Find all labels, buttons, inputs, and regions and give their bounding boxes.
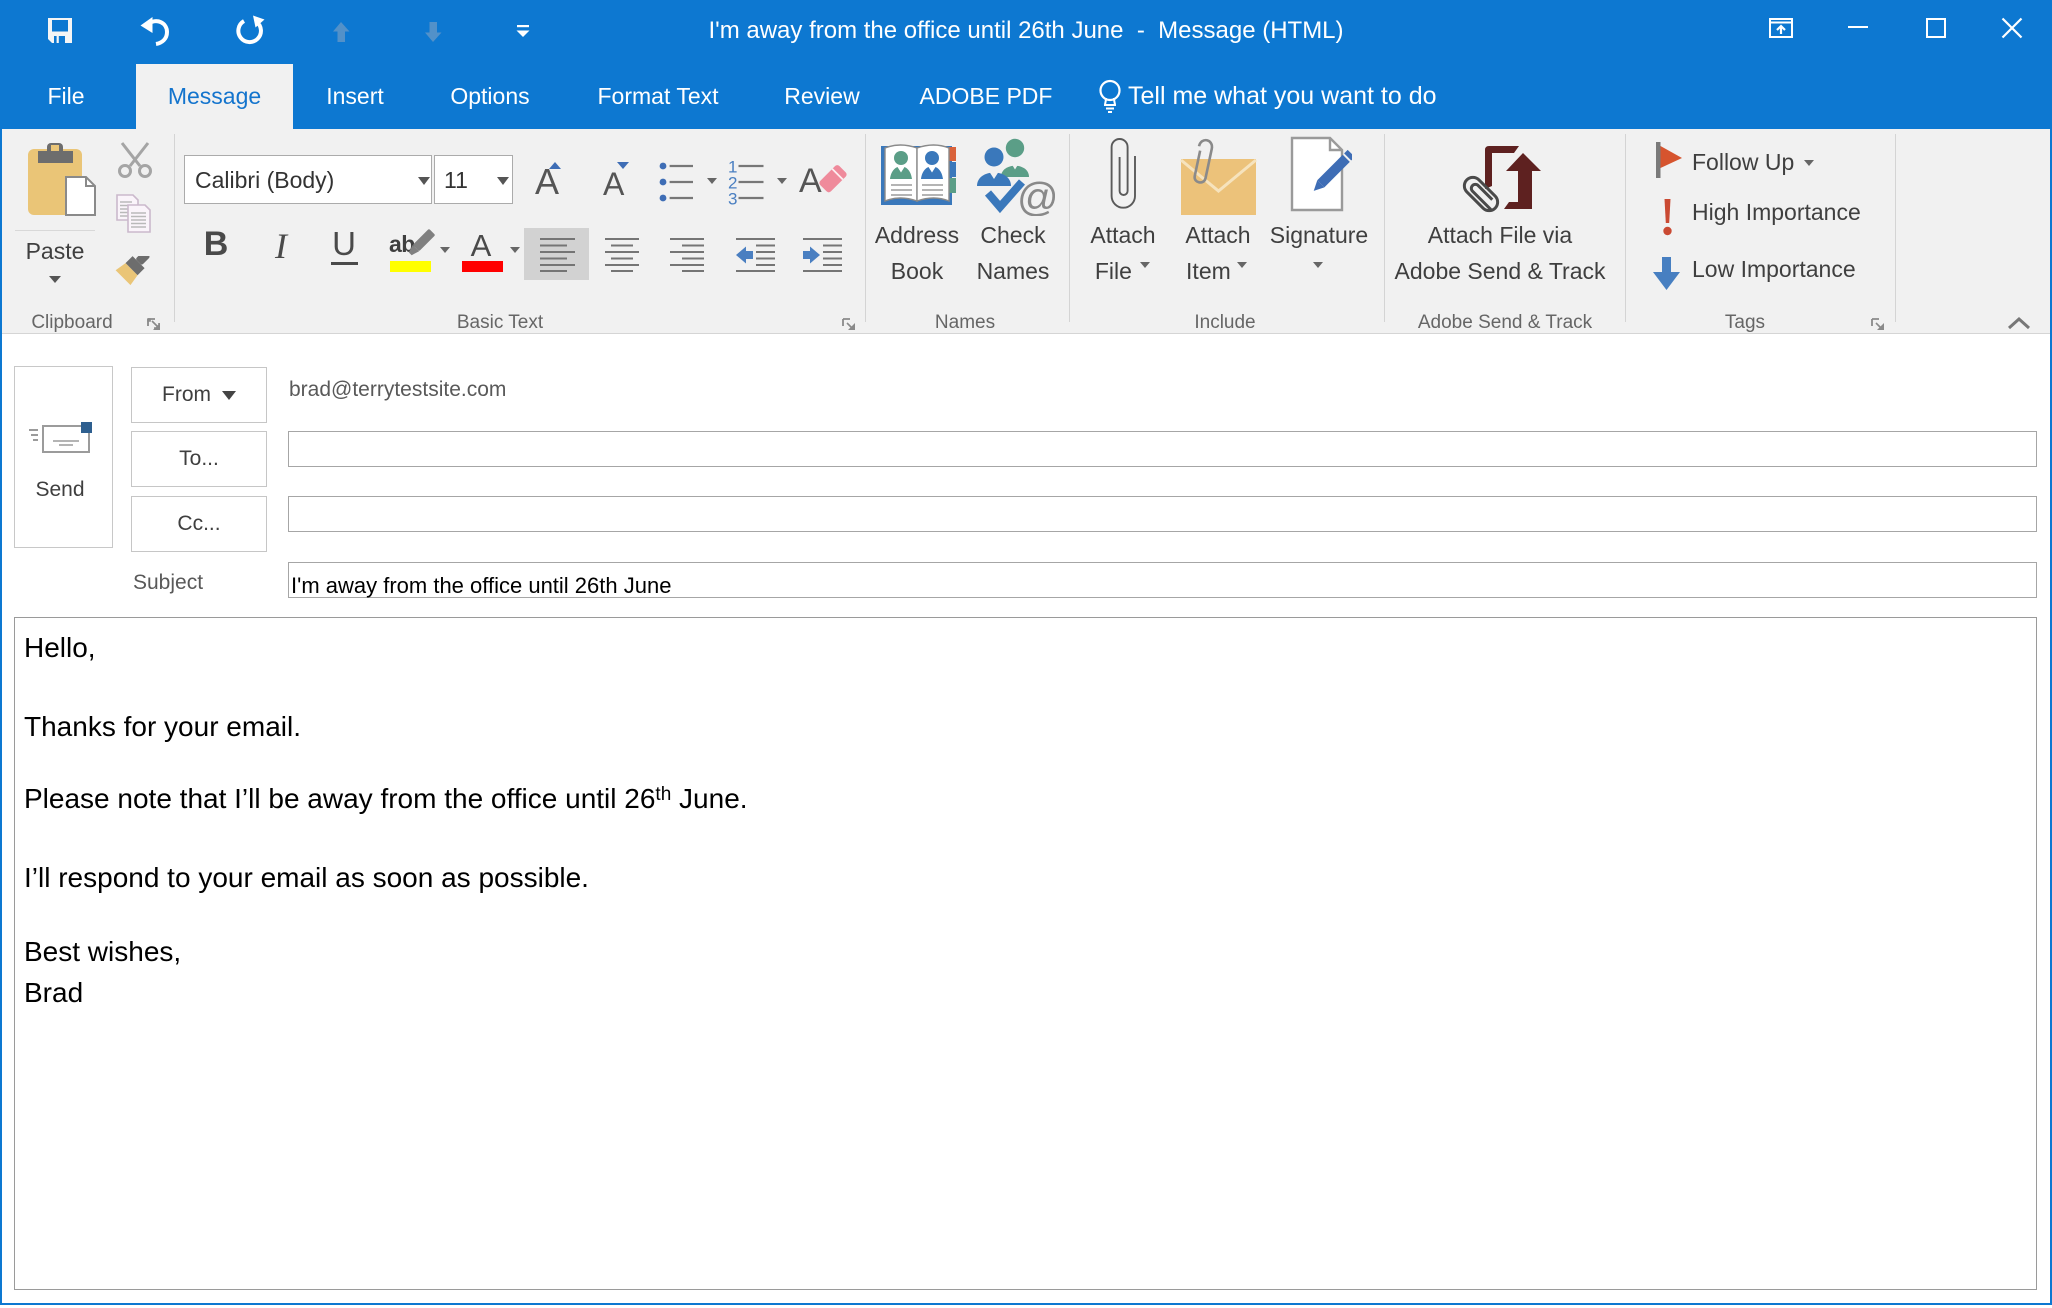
svg-text:@: @ bbox=[1017, 174, 1055, 216]
svg-text:3: 3 bbox=[728, 190, 737, 207]
